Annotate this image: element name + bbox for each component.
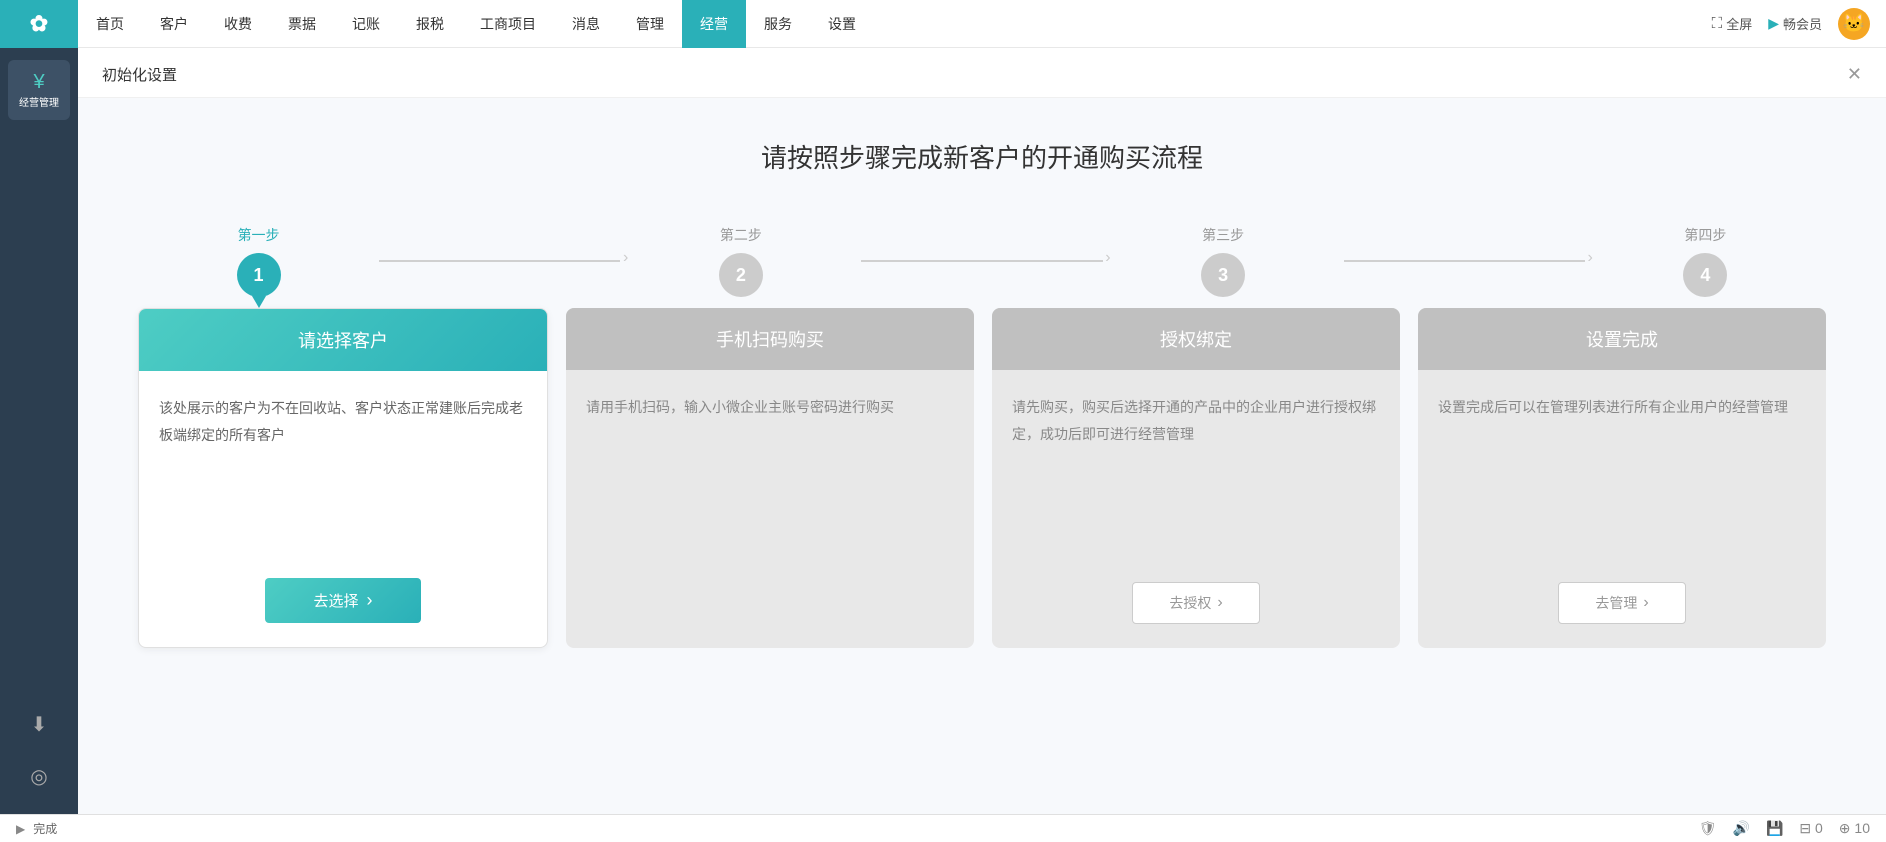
operation-icon: ¥ — [33, 71, 44, 94]
card-2-footer — [566, 624, 974, 648]
status-bar-right: 🛡 🔊 💾 ⊟ 0 ⊕ 10 — [1699, 820, 1870, 837]
nav-item-home[interactable]: 首页 — [78, 0, 142, 48]
step-4-label: 第四步 — [1684, 225, 1726, 245]
step-2-wrapper: 第二步 2 — [620, 225, 861, 297]
step-1-circle: 1 — [237, 253, 281, 297]
close-button[interactable]: ✕ — [1847, 64, 1862, 85]
card-3-footer: 去授权 › — [992, 582, 1400, 648]
nav-items: 首页 客户 收费 票据 记账 报税 工商项目 消息 管理 经营 服务 设置 — [78, 0, 874, 48]
nav-item-fee[interactable]: 收费 — [206, 0, 270, 48]
plus-box-icon[interactable]: ⊕ 10 — [1839, 820, 1870, 837]
card-1: 请选择客户 该处展示的客户为不在回收站、客户状态正常建账后完成老板端绑定的所有客… — [138, 308, 548, 648]
nav-item-business[interactable]: 工商项目 — [462, 0, 554, 48]
nav-item-manage[interactable]: 管理 — [618, 0, 682, 48]
card-1-body: 该处展示的客户为不在回收站、客户状态正常建账后完成老板端绑定的所有客户 — [139, 371, 547, 578]
step-1-wrapper: 第一步 1 — [138, 225, 379, 308]
minus-box-icon[interactable]: ⊟ 0 — [1799, 820, 1822, 837]
card-2-body: 请用手机扫码，输入小微企业主账号密码进行购买 — [566, 370, 974, 624]
card-3-body: 请先购买，购买后选择开通的产品中的企业用户进行授权绑定，成功后即可进行经营管理 — [992, 370, 1400, 582]
step-4-circle: 4 — [1683, 253, 1727, 297]
fullscreen-button[interactable]: ⛶ 全屏 — [1712, 14, 1753, 33]
page-header: 初始化设置 ✕ — [78, 48, 1886, 98]
sidebar: ¥ 经营管理 ⬇ ◎ — [0, 48, 78, 814]
save-icon[interactable]: 💾 — [1766, 820, 1783, 837]
card-4-footer: 去管理 › — [1418, 582, 1826, 648]
play-status-icon[interactable]: ▶ — [16, 822, 25, 836]
go-select-button[interactable]: 去选择 › — [265, 578, 420, 623]
page-title: 初始化设置 — [102, 64, 177, 85]
step-3-wrapper: 第三步 3 — [1103, 225, 1344, 297]
card-1-header: 请选择客户 — [139, 309, 547, 371]
cards-row: 请选择客户 该处展示的客户为不在回收站、客户状态正常建账后完成老板端绑定的所有客… — [138, 308, 1826, 648]
nav-item-settings[interactable]: 设置 — [810, 0, 874, 48]
go-manage-button[interactable]: 去管理 › — [1558, 582, 1685, 624]
card-2: 手机扫码购买 请用手机扫码，输入小微企业主账号密码进行购买 — [566, 308, 974, 648]
step-2-label: 第二步 — [720, 225, 762, 245]
download-button[interactable]: ⬇ — [17, 702, 61, 746]
member-button[interactable]: ▶ 畅会员 — [1768, 14, 1822, 33]
card-1-footer: 去选择 › — [139, 578, 547, 647]
step-line-3: › — [1344, 260, 1585, 262]
nav-item-message[interactable]: 消息 — [554, 0, 618, 48]
card-4-header: 设置完成 — [1418, 308, 1826, 370]
nav-item-accounting[interactable]: 记账 — [334, 0, 398, 48]
nav-item-operation[interactable]: 经营 — [682, 0, 746, 48]
step-1-label: 第一步 — [238, 225, 280, 245]
content-area: 初始化设置 ✕ 请按照步骤完成新客户的开通购买流程 第一步 1 — [78, 48, 1886, 814]
volume-icon[interactable]: 🔊 — [1733, 820, 1750, 837]
nav-item-ticket[interactable]: 票据 — [270, 0, 334, 48]
avatar[interactable]: 🐱 — [1838, 8, 1870, 40]
card-4: 设置完成 设置完成后可以在管理列表进行所有企业用户的经营管理 去管理 › — [1418, 308, 1826, 648]
card-4-body: 设置完成后可以在管理列表进行所有企业用户的经营管理 — [1418, 370, 1826, 582]
step-3-label: 第三步 — [1202, 225, 1244, 245]
step-3-circle: 3 — [1201, 253, 1245, 297]
step-2-circle: 2 — [719, 253, 763, 297]
logo-icon: ✿ — [30, 11, 48, 37]
inner-content: 请按照步骤完成新客户的开通购买流程 第一步 1 › — [78, 98, 1886, 814]
status-text: 完成 — [33, 820, 57, 837]
go-authorize-button[interactable]: 去授权 › — [1132, 582, 1259, 624]
status-bar: ▶ 完成 🛡 🔊 💾 ⊟ 0 ⊕ 10 — [0, 814, 1886, 842]
shield-icon[interactable]: 🛡 — [1699, 820, 1717, 837]
step-4-wrapper: 第四步 4 — [1585, 225, 1826, 297]
sidebar-bottom: ⬇ ◎ — [17, 702, 61, 814]
nav-right: ⛶ 全屏 ▶ 畅会员 🐱 — [1712, 8, 1886, 40]
card-3-header: 授权绑定 — [992, 308, 1400, 370]
logo-area: ✿ — [0, 0, 78, 48]
play-icon: ▶ — [1768, 15, 1779, 32]
nav-item-customer[interactable]: 客户 — [142, 0, 206, 48]
steps-row: 第一步 1 › 第二步 2 — [138, 225, 1826, 308]
fullscreen-icon: ⛶ — [1712, 15, 1723, 32]
arrow-icon-1: › — [367, 590, 373, 611]
step-line-1: › — [379, 260, 620, 262]
main-heading: 请按照步骤完成新客户的开通购买流程 — [138, 138, 1826, 175]
arrow-icon-3: › — [1217, 594, 1222, 612]
service-button[interactable]: ◎ — [17, 754, 61, 798]
card-2-header: 手机扫码购买 — [566, 308, 974, 370]
step-line-2: › — [861, 260, 1102, 262]
nav-item-service[interactable]: 服务 — [746, 0, 810, 48]
card-3: 授权绑定 请先购买，购买后选择开通的产品中的企业用户进行授权绑定，成功后即可进行… — [992, 308, 1400, 648]
sidebar-item-operation[interactable]: ¥ 经营管理 — [8, 60, 70, 120]
nav-item-tax[interactable]: 报税 — [398, 0, 462, 48]
arrow-icon-4: › — [1643, 594, 1648, 612]
step-1-circle-area: 1 — [237, 253, 281, 308]
